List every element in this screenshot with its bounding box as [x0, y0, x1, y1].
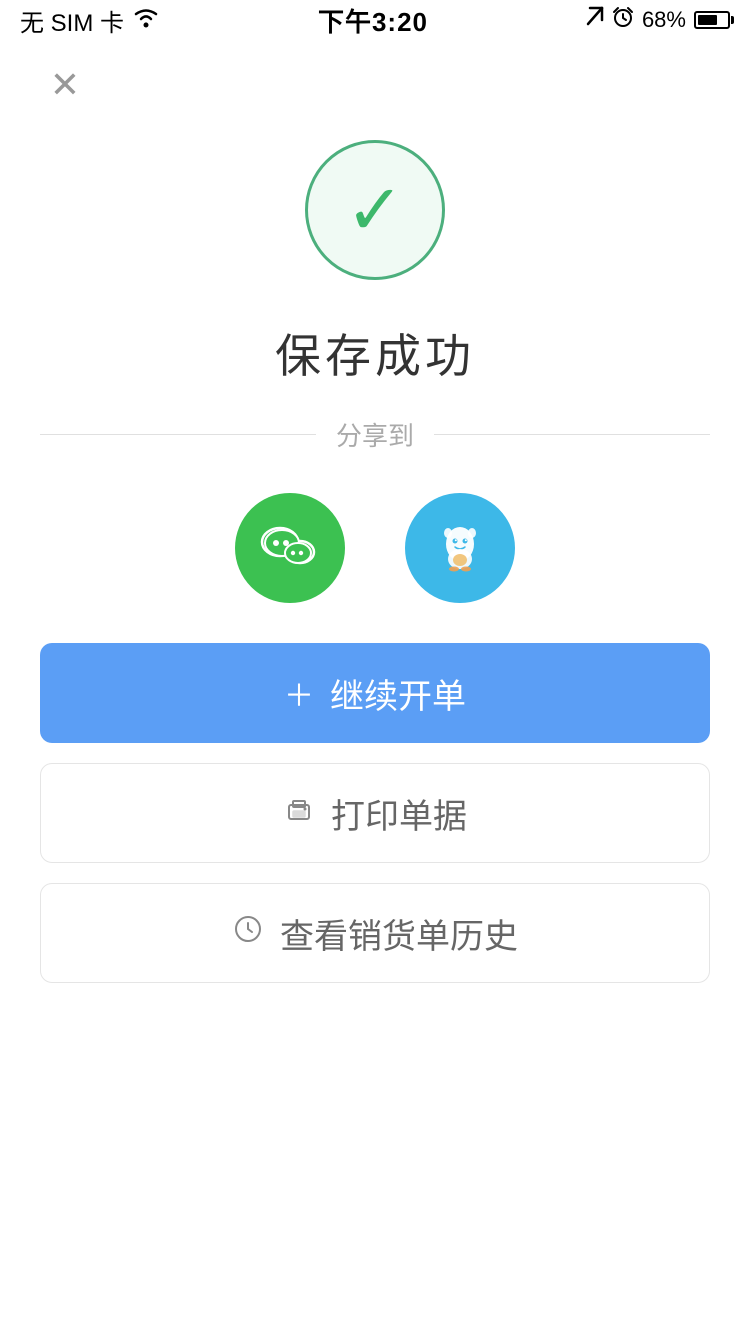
battery-icon [694, 11, 730, 29]
divider-left [40, 434, 316, 435]
qq-share-button[interactable] [405, 493, 515, 603]
battery-percentage: 68% [642, 7, 686, 33]
history-button[interactable]: 查看销货单历史 [40, 883, 710, 983]
success-circle: ✓ [305, 140, 445, 280]
print-icon [283, 793, 315, 833]
close-button[interactable]: ✕ [40, 60, 90, 110]
divider-right [434, 434, 710, 435]
print-label: 打印单据 [331, 789, 467, 838]
success-section: ✓ 保存成功 [275, 140, 475, 386]
share-label: 分享到 [336, 416, 414, 453]
history-label: 查看销货单历史 [280, 909, 518, 958]
checkmark-icon: ✓ [346, 175, 405, 245]
continue-button[interactable]: ＋ 继续开单 [40, 643, 710, 743]
continue-label: 继续开单 [330, 669, 466, 718]
wechat-share-button[interactable] [235, 493, 345, 603]
status-bar: 无 SIM 卡 下午3:20 68 [0, 0, 750, 40]
carrier-text: 无 SIM 卡 [20, 3, 124, 38]
main-content: ✕ ✓ 保存成功 分享到 [0, 40, 750, 1334]
wechat-icon [258, 516, 322, 580]
share-icons-container [235, 493, 515, 603]
success-title: 保存成功 [275, 320, 475, 386]
wifi-icon [132, 6, 160, 34]
status-left: 无 SIM 卡 [20, 3, 160, 38]
status-right: 68% [586, 6, 730, 34]
share-section: 分享到 [40, 416, 710, 603]
qq-icon [431, 519, 489, 577]
print-button[interactable]: 打印单据 [40, 763, 710, 863]
action-buttons: ＋ 继续开单 打印单据 查看销货单历史 [40, 643, 710, 983]
alarm-icon [612, 6, 634, 34]
plus-icon: ＋ [284, 671, 314, 715]
share-divider: 分享到 [40, 416, 710, 453]
location-icon [586, 6, 604, 34]
close-icon: ✕ [50, 64, 80, 106]
status-time: 下午3:20 [318, 2, 428, 39]
history-icon [232, 913, 264, 953]
